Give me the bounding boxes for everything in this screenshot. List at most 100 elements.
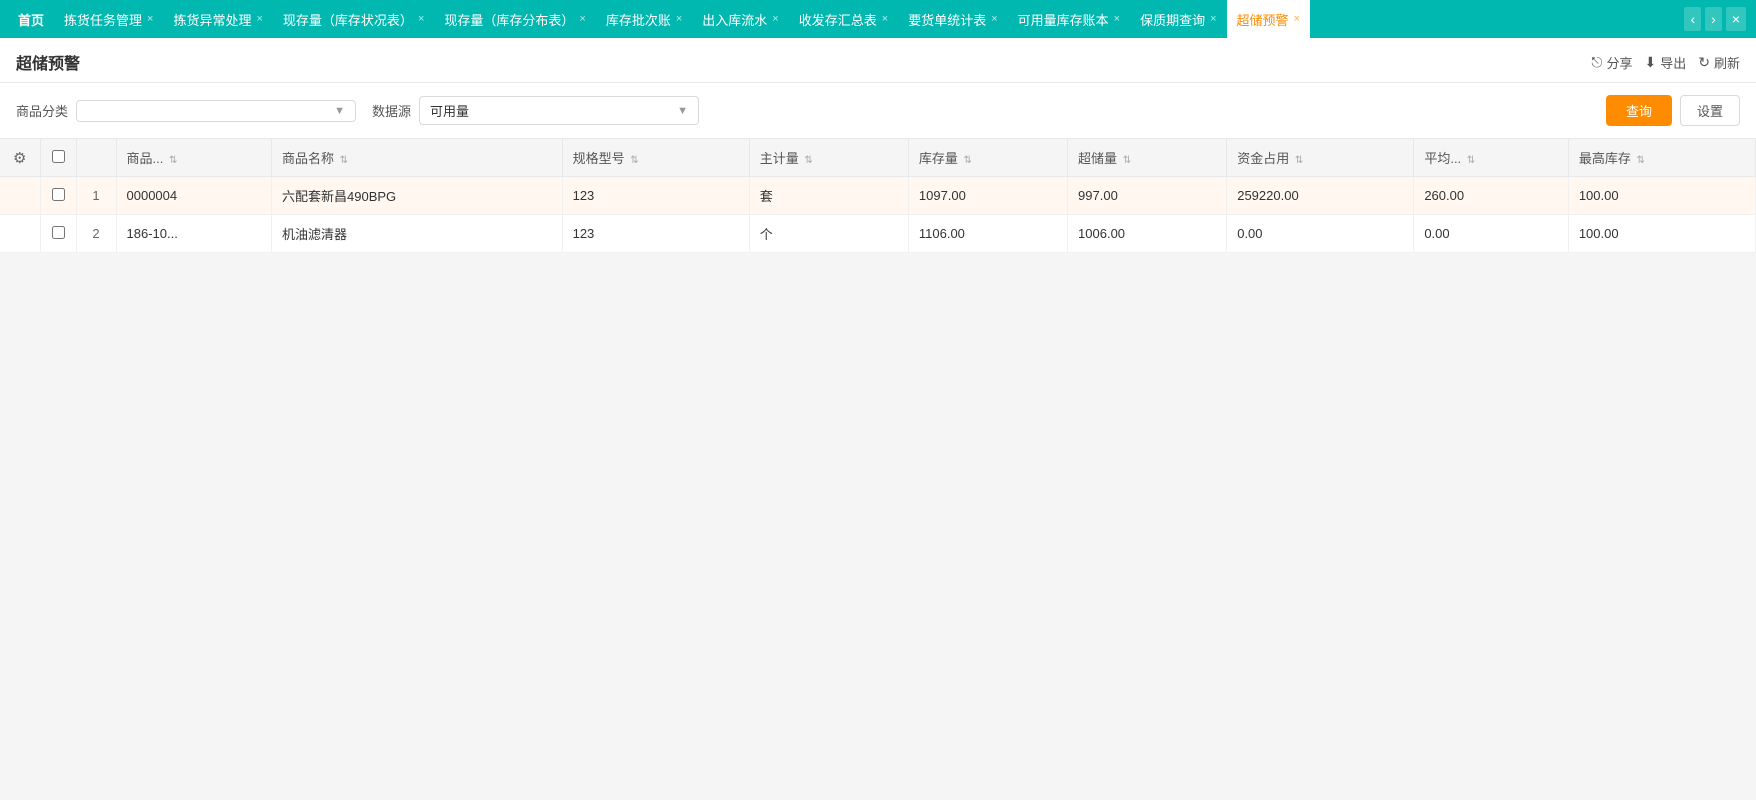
row-unit-0: 套: [749, 177, 908, 215]
table-row: 2 186-10... 机油滤清器 123 个 1106.00 1006.00 …: [0, 215, 1756, 253]
row-avg-1: 0.00: [1414, 215, 1569, 253]
page-title: 超储预警: [16, 50, 80, 74]
row-select-1[interactable]: [52, 226, 65, 239]
export-button[interactable]: ⬇ 导出: [1645, 53, 1687, 72]
refresh-icon: ↻: [1698, 54, 1710, 71]
nav-tab-batch-account[interactable]: 库存批次账 ×: [596, 0, 692, 38]
nav-tab-available-account[interactable]: 可用量库存账本 ×: [1008, 0, 1130, 38]
nav-tab-overstock-warning[interactable]: 超储预警 ×: [1227, 0, 1310, 38]
row-product-code-1: 186-10...: [116, 215, 272, 253]
nav-home[interactable]: 首页: [8, 0, 54, 38]
chevron-down-icon2: ▼: [677, 105, 688, 117]
close-tab-inventory-status[interactable]: ×: [418, 13, 424, 25]
nav-arrows: ‹ › ×: [1682, 7, 1748, 31]
nav-tab-quality-check[interactable]: 保质期查询 ×: [1130, 0, 1226, 38]
row-capital-0: 259220.00: [1227, 177, 1414, 215]
col-header-product-name[interactable]: 商品名称 ⇅: [272, 139, 563, 177]
sort-icon-max-stock: ⇅: [1636, 155, 1644, 166]
category-filter: 商品分类 ▼: [16, 100, 356, 122]
table-row: 1 0000004 六配套新昌490BPG 123 套 1097.00 997.…: [0, 177, 1756, 215]
col-header-avg[interactable]: 平均... ⇅: [1414, 139, 1569, 177]
nav-tab-receive-send[interactable]: 收发存汇总表 ×: [789, 0, 898, 38]
row-spec-0: 123: [562, 177, 749, 215]
data-table-container: ⚙ 商品... ⇅ 商品名称 ⇅ 规格型号 ⇅: [0, 139, 1756, 253]
query-button[interactable]: 查询: [1606, 95, 1672, 126]
col-header-product-code[interactable]: 商品... ⇅: [116, 139, 272, 177]
close-tab-available-account[interactable]: ×: [1114, 13, 1120, 25]
settings-button[interactable]: 设置: [1680, 95, 1740, 126]
datasource-value: 可用量: [430, 101, 469, 120]
row-settings-0: [0, 177, 40, 215]
sort-icon-product-name: ⇅: [340, 155, 348, 166]
sort-icon-avg: ⇅: [1467, 155, 1475, 166]
select-all-checkbox[interactable]: [52, 150, 65, 163]
share-button[interactable]: ⎋ 分享: [1591, 53, 1632, 72]
sort-icon-capital: ⇅: [1295, 155, 1303, 166]
row-settings-1: [0, 215, 40, 253]
close-tab-in-out-flow[interactable]: ×: [772, 13, 778, 25]
nav-arrow-left[interactable]: ‹: [1684, 7, 1701, 31]
category-label: 商品分类: [16, 101, 68, 120]
share-icon: ⎋: [1591, 54, 1602, 71]
col-header-checkbox: [40, 139, 76, 177]
datasource-select[interactable]: 可用量 ▼: [419, 96, 699, 125]
close-tab-quality-check[interactable]: ×: [1210, 13, 1216, 25]
nav-arrow-right[interactable]: ›: [1705, 7, 1722, 31]
header-actions: ⎋ 分享 ⬇ 导出 ↻ 刷新: [1591, 53, 1740, 72]
nav-tab-in-out-flow[interactable]: 出入库流水 ×: [692, 0, 788, 38]
close-tab-task-mgmt[interactable]: ×: [147, 13, 153, 25]
row-capital-1: 0.00: [1227, 215, 1414, 253]
close-tab-inventory-dist[interactable]: ×: [579, 13, 585, 25]
nav-tab-abnormal[interactable]: 拣货异常处理 ×: [163, 0, 272, 38]
col-header-overstock[interactable]: 超储量 ⇅: [1068, 139, 1227, 177]
col-header-max-stock[interactable]: 最高库存 ⇅: [1568, 139, 1755, 177]
row-avg-0: 260.00: [1414, 177, 1569, 215]
row-checkbox-0[interactable]: [40, 177, 76, 215]
col-header-num: [76, 139, 116, 177]
nav-tab-inventory-status[interactable]: 现存量（库存状况表） ×: [273, 0, 434, 38]
sort-icon-spec: ⇅: [630, 155, 638, 166]
col-header-settings: ⚙: [0, 139, 40, 177]
chevron-down-icon: ▼: [334, 105, 345, 117]
row-product-name-1: 机油滤清器: [272, 215, 563, 253]
page-header: 超储预警 ⎋ 分享 ⬇ 导出 ↻ 刷新: [0, 38, 1756, 83]
filter-actions: 查询 设置: [1606, 95, 1740, 126]
nav-tab-inventory-dist[interactable]: 现存量（库存分布表） ×: [434, 0, 595, 38]
gear-icon[interactable]: ⚙: [13, 150, 26, 167]
datasource-filter: 数据源 可用量 ▼: [372, 96, 699, 125]
row-num-0: 1: [76, 177, 116, 215]
overstock-table: ⚙ 商品... ⇅ 商品名称 ⇅ 规格型号 ⇅: [0, 139, 1756, 253]
close-tab-overstock-warning[interactable]: ×: [1294, 13, 1300, 25]
category-select[interactable]: ▼: [76, 100, 356, 122]
row-product-name-0: 六配套新昌490BPG: [272, 177, 563, 215]
row-num-1: 2: [76, 215, 116, 253]
refresh-button[interactable]: ↻ 刷新: [1698, 53, 1740, 72]
top-navigation: 首页 拣货任务管理 × 拣货异常处理 × 现存量（库存状况表） × 现存量（库存…: [0, 0, 1756, 38]
close-tab-order-stats[interactable]: ×: [991, 13, 997, 25]
col-header-spec[interactable]: 规格型号 ⇅: [562, 139, 749, 177]
row-product-code-0: 0000004: [116, 177, 272, 215]
col-header-unit[interactable]: 主计量 ⇅: [749, 139, 908, 177]
row-unit-1: 个: [749, 215, 908, 253]
nav-arrow-close[interactable]: ×: [1726, 7, 1746, 31]
datasource-label: 数据源: [372, 101, 411, 120]
row-overstock-1: 1006.00: [1068, 215, 1227, 253]
row-stock-1: 1106.00: [908, 215, 1067, 253]
close-tab-batch-account[interactable]: ×: [676, 13, 682, 25]
export-icon: ⬇: [1645, 54, 1657, 71]
row-max-stock-1: 100.00: [1568, 215, 1755, 253]
col-header-stock[interactable]: 库存量 ⇅: [908, 139, 1067, 177]
row-checkbox-1[interactable]: [40, 215, 76, 253]
nav-tab-task-mgmt[interactable]: 拣货任务管理 ×: [54, 0, 163, 38]
sort-icon-stock: ⇅: [964, 155, 972, 166]
row-spec-1: 123: [562, 215, 749, 253]
sort-icon-product-code: ⇅: [169, 155, 177, 166]
row-overstock-0: 997.00: [1068, 177, 1227, 215]
row-max-stock-0: 100.00: [1568, 177, 1755, 215]
close-tab-abnormal[interactable]: ×: [256, 13, 262, 25]
row-select-0[interactable]: [52, 188, 65, 201]
col-header-capital[interactable]: 资金占用 ⇅: [1227, 139, 1414, 177]
nav-tab-order-stats[interactable]: 要货单统计表 ×: [898, 0, 1007, 38]
close-tab-receive-send[interactable]: ×: [882, 13, 888, 25]
sort-icon-overstock: ⇅: [1123, 155, 1131, 166]
